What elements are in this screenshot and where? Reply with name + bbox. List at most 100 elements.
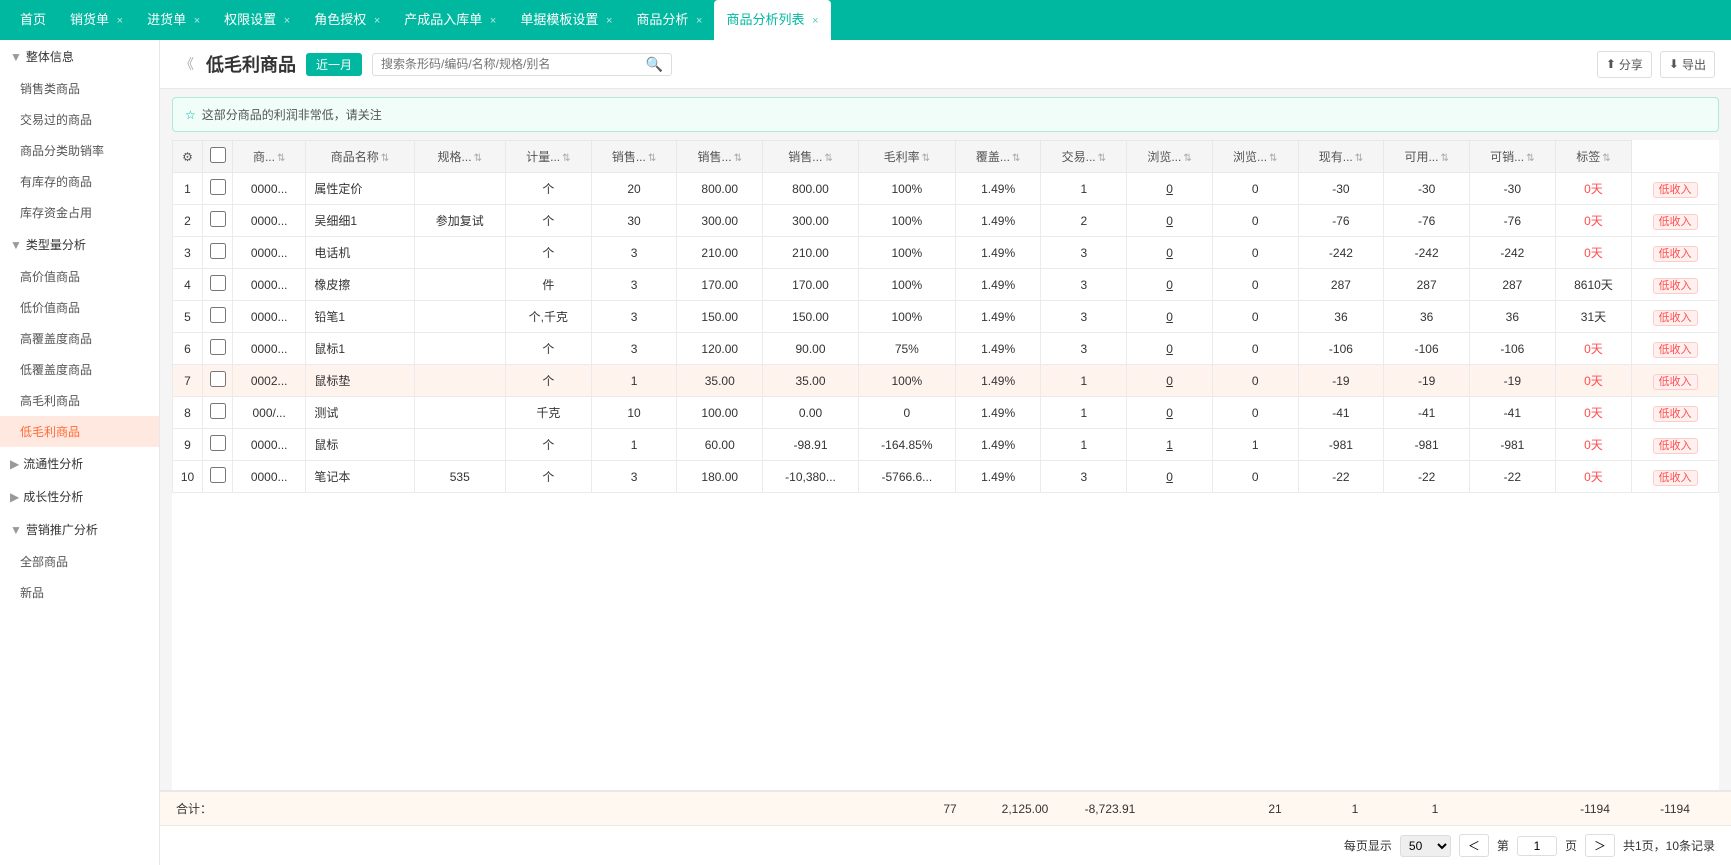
row-checkbox-cell[interactable] <box>203 237 233 269</box>
export-button[interactable]: ⬇ 导出 <box>1660 51 1715 78</box>
row-trade[interactable]: 0 <box>1127 365 1213 397</box>
col-checkbox[interactable] <box>203 141 233 173</box>
prev-page-btn[interactable]: ＜ <box>1459 834 1489 857</box>
close-goods-analysis-list[interactable]: × <box>812 15 818 27</box>
col-stock-header[interactable]: 现有...⇅ <box>1298 141 1384 173</box>
close-goods-analysis[interactable]: × <box>696 15 702 27</box>
row-trade[interactable]: 0 <box>1127 333 1213 365</box>
row-price: 180.00 <box>677 461 763 493</box>
sidebar-item-capital[interactable]: 库存资金占用 <box>0 197 159 228</box>
page-input[interactable] <box>1517 836 1557 856</box>
export-label: 导出 <box>1682 56 1706 73</box>
sidebar-item-low-margin[interactable]: 低毛利商品 <box>0 416 159 447</box>
row-checkbox[interactable] <box>210 371 226 387</box>
row-checkbox[interactable] <box>210 435 226 451</box>
sidebar-item-high-coverage[interactable]: 高覆盖度商品 <box>0 323 159 354</box>
row-trade[interactable]: 1 <box>1127 429 1213 461</box>
row-trade[interactable]: 0 <box>1127 397 1213 429</box>
row-checkbox[interactable] <box>210 467 226 483</box>
row-trade[interactable]: 0 <box>1127 301 1213 333</box>
row-trade[interactable]: 0 <box>1127 269 1213 301</box>
nav-home[interactable]: 首页 <box>8 0 58 40</box>
row-checkbox[interactable] <box>210 403 226 419</box>
sidebar-group-type[interactable]: ▼ 类型量分析 <box>0 228 159 261</box>
row-view1: 0 <box>1212 173 1298 205</box>
row-checkbox-cell[interactable] <box>203 333 233 365</box>
close-permission[interactable]: × <box>284 15 290 27</box>
col-spec-header[interactable]: 规格...⇅ <box>414 141 505 173</box>
row-checkbox[interactable] <box>210 339 226 355</box>
col-sales-header[interactable]: 销售...⇅ <box>763 141 859 173</box>
sidebar-item-all-goods[interactable]: 全部商品 <box>0 546 159 577</box>
col-name-header[interactable]: 商品名称⇅ <box>306 141 414 173</box>
col-price-header[interactable]: 销售...⇅ <box>677 141 763 173</box>
sidebar-item-in-stock[interactable]: 有库存的商品 <box>0 166 159 197</box>
sidebar-item-low-coverage[interactable]: 低覆盖度商品 <box>0 354 159 385</box>
total-cover: 21 <box>1235 802 1315 816</box>
nav-sales[interactable]: 销货单 × <box>58 0 135 40</box>
row-trade[interactable]: 0 <box>1127 237 1213 269</box>
sidebar-group-growth[interactable]: ▶ 成长性分析 <box>0 480 159 513</box>
close-template[interactable]: × <box>606 15 612 27</box>
row-checkbox-cell[interactable] <box>203 269 233 301</box>
share-button[interactable]: ⬆ 分享 <box>1597 51 1652 78</box>
sidebar-item-category-rate[interactable]: 商品分类助销率 <box>0 135 159 166</box>
nav-purchase[interactable]: 进货单 × <box>135 0 212 40</box>
sidebar-group-marketing[interactable]: ▼ 营销推广分析 <box>0 513 159 546</box>
nav-goods-analysis[interactable]: 商品分析 × <box>624 0 714 40</box>
row-checkbox-cell[interactable] <box>203 365 233 397</box>
col-unit-header[interactable]: 计量...⇅ <box>506 141 592 173</box>
search-input[interactable] <box>381 57 646 71</box>
page-size-select[interactable]: 50 20 100 <box>1400 835 1451 857</box>
close-product-entry[interactable]: × <box>490 15 496 27</box>
col-code-header[interactable]: 商...⇅ <box>233 141 306 173</box>
col-avail-header[interactable]: 可用...⇅ <box>1384 141 1470 173</box>
col-gross-header[interactable]: 毛利率⇅ <box>858 141 955 173</box>
sidebar-group-overall[interactable]: ▼ 整体信息 <box>0 40 159 73</box>
sidebar-item-sales-goods[interactable]: 销售类商品 <box>0 73 159 104</box>
close-sales[interactable]: × <box>117 15 123 27</box>
col-view2-header[interactable]: 浏览...⇅ <box>1212 141 1298 173</box>
sidebar-item-high-margin[interactable]: 高毛利商品 <box>0 385 159 416</box>
nav-product-entry[interactable]: 产成品入库单 × <box>392 0 508 40</box>
nav-goods-analysis-list[interactable]: 商品分析列表 × <box>714 0 830 40</box>
nav-template[interactable]: 单据模板设置 × <box>508 0 624 40</box>
row-trade[interactable]: 0 <box>1127 461 1213 493</box>
sidebar-item-low-value[interactable]: 低价值商品 <box>0 292 159 323</box>
col-settings[interactable]: ⚙ <box>173 141 203 173</box>
row-checkbox-cell[interactable] <box>203 173 233 205</box>
sidebar-group-flow[interactable]: ▶ 流通性分析 <box>0 447 159 480</box>
sidebar-item-high-value[interactable]: 高价值商品 <box>0 261 159 292</box>
row-checkbox-cell[interactable] <box>203 461 233 493</box>
collapse-sidebar-btn[interactable]: 《 <box>176 50 196 78</box>
row-checkbox-cell[interactable] <box>203 205 233 237</box>
nav-permission[interactable]: 权限设置 × <box>212 0 302 40</box>
row-checkbox[interactable] <box>210 211 226 227</box>
row-checkbox[interactable] <box>210 275 226 291</box>
date-filter-button[interactable]: 近一月 <box>306 53 362 76</box>
select-all-checkbox[interactable] <box>210 147 226 163</box>
row-checkbox-cell[interactable] <box>203 397 233 429</box>
row-cover: 1 <box>1041 173 1127 205</box>
col-days-header[interactable]: 可销...⇅ <box>1470 141 1556 173</box>
row-checkbox[interactable] <box>210 179 226 195</box>
sidebar-item-traded-goods[interactable]: 交易过的商品 <box>0 104 159 135</box>
col-tag-header[interactable]: 标签⇅ <box>1555 141 1632 173</box>
close-purchase[interactable]: × <box>194 15 200 27</box>
next-page-btn[interactable]: ＞ <box>1585 834 1615 857</box>
row-unit: 千克 <box>506 397 592 429</box>
row-checkbox[interactable] <box>210 243 226 259</box>
nav-role[interactable]: 角色授权 × <box>302 0 392 40</box>
sidebar-item-new-goods[interactable]: 新品 <box>0 577 159 608</box>
row-cost: 0 <box>858 397 955 429</box>
col-view1-header[interactable]: 浏览...⇅ <box>1127 141 1213 173</box>
row-checkbox-cell[interactable] <box>203 429 233 461</box>
row-checkbox[interactable] <box>210 307 226 323</box>
col-coverage-header[interactable]: 覆盖...⇅ <box>955 141 1041 173</box>
close-role[interactable]: × <box>374 15 380 27</box>
row-trade[interactable]: 0 <box>1127 173 1213 205</box>
row-trade[interactable]: 0 <box>1127 205 1213 237</box>
col-trade-header[interactable]: 交易...⇅ <box>1041 141 1127 173</box>
col-qty-header[interactable]: 销售...⇅ <box>591 141 677 173</box>
row-checkbox-cell[interactable] <box>203 301 233 333</box>
